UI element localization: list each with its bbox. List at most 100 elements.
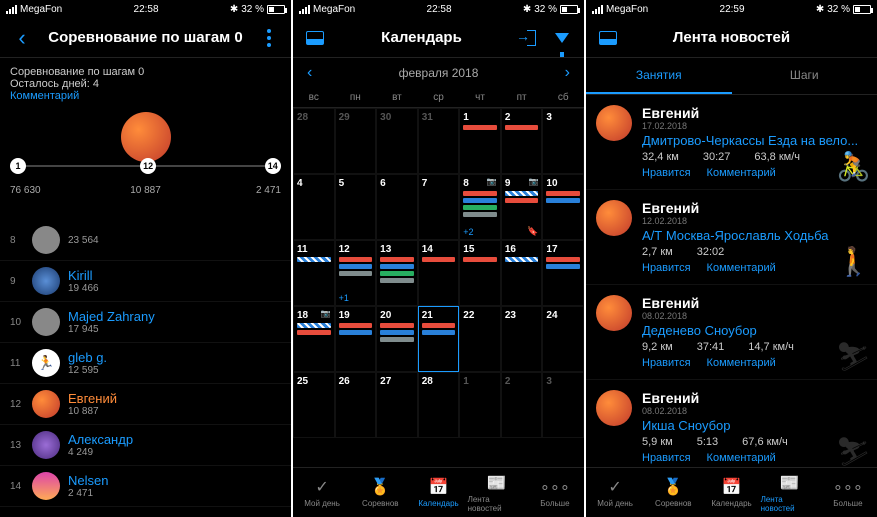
calendar-day[interactable]: 26 [335,372,377,438]
nav-more[interactable]: ∘∘∘Больше [819,468,877,517]
leaderboard-row[interactable]: 13 Александр 4 249 [0,425,291,466]
signal-icon [299,5,310,14]
leaderboard-row[interactable]: 14 Nelsen 2 471 [0,466,291,507]
calendar-day[interactable]: 23 [501,306,543,372]
calendar-day[interactable]: 20 [376,306,418,372]
calendar-day[interactable]: 31 [418,108,460,174]
bluetooth-icon: ✱ [816,4,824,15]
carrier: MegaFon [20,4,62,15]
calendar-day[interactable]: 1 [459,108,501,174]
feed-item[interactable]: Евгений 17.02.2018 Дмитрово-Черкассы Езд… [586,95,877,190]
nav-myday[interactable]: ✓Мой день [293,468,351,517]
inbox-button[interactable] [303,26,327,50]
calendar-day[interactable]: 8📷+2 [459,174,501,240]
rank: 9 [10,276,24,287]
calendar-day[interactable]: 3 [542,372,584,438]
calendar-day[interactable]: 13 [376,240,418,306]
calendar-day[interactable]: 6 [376,174,418,240]
calendar-day[interactable]: 14 [418,240,460,306]
star-icon: 🔖 [527,226,538,237]
rank-node[interactable]: 12 [140,158,156,174]
rank-node[interactable]: 1 [10,158,26,174]
calendar-day[interactable]: 9📷🔖 [501,174,543,240]
calendar-day[interactable]: 27 [376,372,418,438]
comment-button[interactable]: Комментарий [707,167,776,179]
activity-type-icon: 🚶 [836,245,871,278]
prev-month-button[interactable]: ‹ [303,64,316,82]
feed-item[interactable]: Евгений 12.02.2018 А/Т Москва-Ярославль … [586,190,877,285]
import-button[interactable] [516,26,540,50]
filter-button[interactable] [550,26,574,50]
like-button[interactable]: Нравится [642,262,691,274]
activity-bar [380,271,414,276]
calendar-day[interactable]: 2 [501,108,543,174]
feed-tabs: Занятия Шаги [586,58,877,95]
feed-item[interactable]: Евгений 08.02.2018 Икша Сноубор 5,9 км5:… [586,380,877,467]
leaderboard-row[interactable]: 11 gleb g. 12 595 [0,343,291,384]
calendar-day[interactable]: 28 [418,372,460,438]
user-steps: 19 466 [68,283,281,294]
clock: 22:58 [134,4,159,15]
screen-calendar: MegaFon 22:58 ✱32 % Календарь ‹ февраля … [293,0,584,517]
calendar-day[interactable]: 12+1 [335,240,377,306]
like-button[interactable]: Нравится [642,167,691,179]
inbox-button[interactable] [596,26,620,50]
page-title: Лента новостей [620,29,843,46]
leaderboard-row[interactable]: 9 Kirill 19 466 [0,261,291,302]
feed-item[interactable]: Евгений 08.02.2018 Деденево Сноубор 9,2 … [586,285,877,380]
calendar-day[interactable]: 24 [542,306,584,372]
calendar-day[interactable]: 25 [293,372,335,438]
nav-competition[interactable]: 🏅Соревнов [351,468,409,517]
nav-myday[interactable]: ✓Мой день [586,468,644,517]
user-steps: 4 249 [68,447,281,458]
calendar-day[interactable]: 22 [459,306,501,372]
calendar-day[interactable]: 30 [376,108,418,174]
next-month-button[interactable]: › [561,64,574,82]
user-steps: 12 595 [68,365,281,376]
like-button[interactable]: Нравится [642,357,691,369]
calendar-day[interactable]: 3 [542,108,584,174]
like-button[interactable]: Нравится [642,452,691,464]
leaderboard-row[interactable]: 10 Majed Zahrany 17 945 [0,302,291,343]
rank-node[interactable]: 14 [265,158,281,174]
tab-steps[interactable]: Шаги [732,58,877,94]
comment-link[interactable]: Комментарий [10,90,281,102]
comment-button[interactable]: Комментарий [707,357,776,369]
leaderboard-row[interactable]: 12 Евгений 10 887 [0,384,291,425]
nav-news[interactable]: 📰Лента новостей [761,468,819,517]
comment-button[interactable]: Комментарий [707,452,776,464]
me-avatar[interactable] [121,112,171,162]
back-button[interactable]: ‹ [10,26,34,50]
calendar-day[interactable]: 15 [459,240,501,306]
calendar-day[interactable]: 18📷 [293,306,335,372]
calendar-day[interactable]: 28 [293,108,335,174]
activity-bar [380,337,414,342]
screen-competition: MegaFon 22:58 ✱32 % ‹ Соревнование по ша… [0,0,291,517]
tab-activities[interactable]: Занятия [586,58,732,94]
calendar-day[interactable]: 1 [459,372,501,438]
menu-button[interactable] [257,26,281,50]
calendar-day[interactable]: 21 [418,306,460,372]
calendar-day[interactable]: 19 [335,306,377,372]
leaderboard: 8 23 5649 Kirill 19 46610 Majed Zahrany … [0,220,291,517]
calendar-day[interactable]: 17 [542,240,584,306]
activity-bar [380,257,414,262]
calendar-day[interactable]: 16 [501,240,543,306]
stat-speed: 14,7 км/ч [748,341,794,353]
nav-news[interactable]: 📰Лента новостей [468,468,526,517]
activity-bar [505,125,539,130]
nav-competition[interactable]: 🏅Соревнов [644,468,702,517]
calendar-day[interactable]: 4 [293,174,335,240]
calendar-day[interactable]: 10 [542,174,584,240]
nav-calendar[interactable]: 📅Календарь [409,468,467,517]
calendar-day[interactable]: 29 [335,108,377,174]
nav-more[interactable]: ∘∘∘Больше [526,468,584,517]
calendar-day[interactable]: 7 [418,174,460,240]
calendar-day[interactable]: 5 [335,174,377,240]
calendar-day[interactable]: 2 [501,372,543,438]
leaderboard-row[interactable]: 8 23 564 [0,220,291,261]
comment-button[interactable]: Комментарий [707,262,776,274]
nav-calendar[interactable]: 📅Календарь [702,468,760,517]
battery-pct: 32 % [827,4,850,15]
calendar-day[interactable]: 11 [293,240,335,306]
